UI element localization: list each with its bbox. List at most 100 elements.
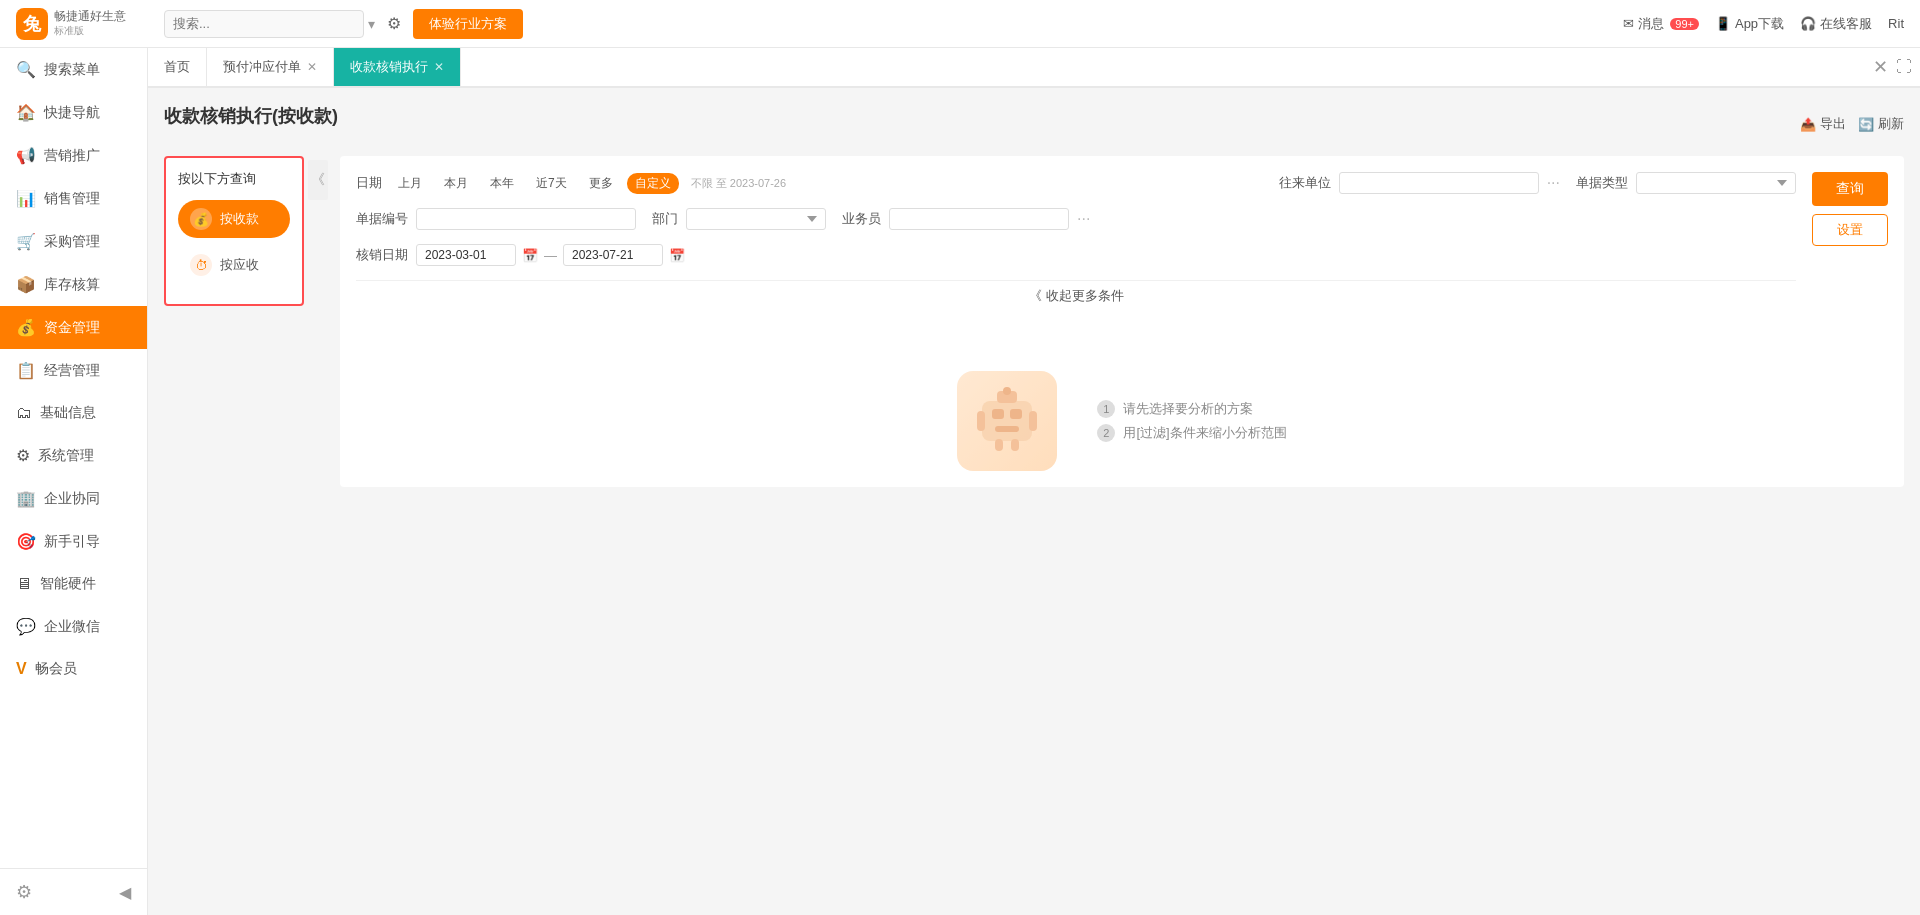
user-name[interactable]: Rit (1888, 16, 1904, 31)
doc-num-input[interactable] (416, 208, 636, 230)
operations-icon: 📋 (16, 361, 36, 380)
search-menu-icon: 🔍 (16, 60, 36, 79)
unit-input[interactable] (1339, 172, 1539, 194)
tab-home[interactable]: 首页 (148, 48, 207, 86)
sidebar-item-finance[interactable]: 💰 资金管理 (0, 306, 147, 349)
system-icon: ⚙ (16, 446, 30, 465)
tab-prepay-close-icon[interactable]: ✕ (307, 60, 317, 74)
main-content: 收款核销执行(按收款) 📤 导出 🔄 刷新 按以下方查询 💰 按收款 ⏱ (148, 88, 1920, 915)
app-edition: 标准版 (54, 24, 126, 38)
date-this-year[interactable]: 本年 (482, 173, 522, 194)
header-right: ✉ 消息 99+ 📱 App下载 🎧 在线客服 Rit (1623, 15, 1904, 33)
sidebar-item-enterprise[interactable]: 🏢 企业协同 (0, 477, 147, 520)
staff-more-icon[interactable]: ··· (1077, 210, 1090, 228)
sidebar-item-wechat[interactable]: 💬 企业微信 (0, 605, 147, 648)
query-button[interactable]: 查询 (1812, 172, 1888, 206)
sidebar-item-search-menu[interactable]: 🔍 搜索菜单 (0, 48, 147, 91)
app-download-button[interactable]: 📱 App下载 (1715, 15, 1784, 33)
svg-rect-7 (1011, 439, 1019, 451)
writeoff-date-label: 核销日期 (356, 246, 408, 264)
tab-writeoff[interactable]: 收款核销执行 ✕ (334, 48, 461, 86)
finance-icon: 💰 (16, 318, 36, 337)
sidebar-item-hardware[interactable]: 🖥 智能硬件 (0, 563, 147, 605)
empty-state: 1 请先选择要分析的方案 2 用[过滤]条件来缩小分析范围 (356, 371, 1888, 471)
date-this-month[interactable]: 本月 (436, 173, 476, 194)
calendar-start-icon[interactable]: 📅 (522, 248, 538, 263)
tab-writeoff-close-icon[interactable]: ✕ (434, 60, 444, 74)
unit-field: 往来单位 ··· (1279, 172, 1560, 194)
staff-input[interactable] (889, 208, 1069, 230)
message-icon: ✉ (1623, 16, 1634, 31)
sidebar-item-label: 企业协同 (44, 490, 100, 508)
page-title: 收款核销执行(按收款) (164, 104, 338, 128)
sidebar-item-basic-info[interactable]: 🗂 基础信息 (0, 392, 147, 434)
unit-more-icon[interactable]: ··· (1547, 174, 1560, 192)
doc-type-select[interactable] (1636, 172, 1796, 194)
sidebar-item-quick-nav[interactable]: 🏠 快捷导航 (0, 91, 147, 134)
collapse-more-button[interactable]: 《 收起更多条件 (356, 280, 1796, 311)
collapse-up-icon: 《 (1029, 287, 1042, 305)
logo-area: 兔 畅捷通好生意 标准版 (16, 8, 164, 40)
refresh-button[interactable]: 🔄 刷新 (1858, 115, 1904, 133)
filter-by-receivable[interactable]: ⏱ 按应收 (178, 246, 290, 284)
export-button[interactable]: 📤 导出 (1800, 115, 1846, 133)
sidebar-item-guide[interactable]: 🎯 新手引导 (0, 520, 147, 563)
sidebar-item-marketing[interactable]: 📢 营销推广 (0, 134, 147, 177)
date-last-month[interactable]: 上月 (390, 173, 430, 194)
tab-close-all-icon[interactable]: ✕ (1873, 56, 1888, 78)
filter-panel: 按以下方查询 💰 按收款 ⏱ 按应收 (164, 156, 304, 306)
date-more[interactable]: 更多 (581, 173, 621, 194)
sidebar-item-sales[interactable]: 📊 销售管理 (0, 177, 147, 220)
solution-button[interactable]: 体验行业方案 (413, 9, 523, 39)
writeoff-end-date[interactable] (563, 244, 663, 266)
query-row-1: 日期 上月 本月 本年 近7天 更多 自定义 不限 至 2023-07-26 (356, 172, 1796, 194)
sidebar-settings-icon[interactable]: ⚙ (16, 881, 32, 903)
panel-collapse-button[interactable]: 《 (308, 160, 328, 200)
sidebar-item-purchase[interactable]: 🛒 采购管理 (0, 220, 147, 263)
sidebar-item-label: 快捷导航 (44, 104, 100, 122)
date-custom[interactable]: 自定义 (627, 173, 679, 194)
header-search-input[interactable] (164, 10, 364, 38)
date-last-7days[interactable]: 近7天 (528, 173, 575, 194)
hardware-icon: 🖥 (16, 575, 32, 593)
empty-tips: 1 请先选择要分析的方案 2 用[过滤]条件来缩小分析范围 (1097, 400, 1286, 442)
marketing-icon: 📢 (16, 146, 36, 165)
message-button[interactable]: ✉ 消息 99+ (1623, 15, 1699, 33)
calendar-end-icon[interactable]: 📅 (669, 248, 685, 263)
sidebar-item-operations[interactable]: 📋 经营管理 (0, 349, 147, 392)
sidebar-item-inventory[interactable]: 📦 库存核算 (0, 263, 147, 306)
svg-rect-1 (992, 409, 1004, 419)
doc-type-label: 单据类型 (1576, 174, 1628, 192)
member-icon: V (16, 660, 27, 678)
online-service-button[interactable]: 🎧 在线客服 (1800, 15, 1872, 33)
tab-prepay[interactable]: 预付冲应付单 ✕ (207, 48, 334, 86)
sidebar-collapse-icon[interactable]: ◀ (119, 883, 131, 902)
tab-writeoff-label: 收款核销执行 (350, 58, 428, 76)
dept-select[interactable] (686, 208, 826, 230)
action-buttons: 查询 设置 (1812, 172, 1888, 311)
tip-num-1: 1 (1097, 400, 1115, 418)
app-name: 畅捷通好生意 (54, 9, 126, 23)
settings-button[interactable]: 设置 (1812, 214, 1888, 246)
sidebar-item-label: 资金管理 (44, 319, 100, 337)
tab-home-label: 首页 (164, 58, 190, 76)
online-service-label: 在线客服 (1820, 15, 1872, 33)
sidebar-item-label: 智能硬件 (40, 575, 96, 593)
filter-by-receipt[interactable]: 💰 按收款 (178, 200, 290, 238)
top-header: 兔 畅捷通好生意 标准版 ▾ ⚙ 体验行业方案 ✉ 消息 99+ 📱 App下载… (0, 0, 1920, 48)
filter-panel-title: 按以下方查询 (178, 170, 290, 188)
sidebar-item-label: 经营管理 (44, 362, 100, 380)
doc-type-field: 单据类型 (1576, 172, 1796, 194)
receipt-icon: 💰 (190, 208, 212, 230)
empty-tip-1: 1 请先选择要分析的方案 (1097, 400, 1286, 418)
sales-icon: 📊 (16, 189, 36, 208)
header-search-dropdown-icon[interactable]: ▾ (368, 16, 375, 32)
doc-num-field: 单据编号 (356, 208, 636, 230)
sidebar-item-system[interactable]: ⚙ 系统管理 (0, 434, 147, 477)
header-search-area: ▾ ⚙ 体验行业方案 (164, 9, 1623, 39)
query-form-wrapper: 日期 上月 本月 本年 近7天 更多 自定义 不限 至 2023-07-26 (356, 172, 1888, 311)
sidebar-item-member[interactable]: V 畅会员 (0, 648, 147, 690)
writeoff-start-date[interactable] (416, 244, 516, 266)
header-gear-icon[interactable]: ⚙ (387, 14, 401, 33)
tab-maximize-icon[interactable]: ⛶ (1896, 58, 1912, 76)
